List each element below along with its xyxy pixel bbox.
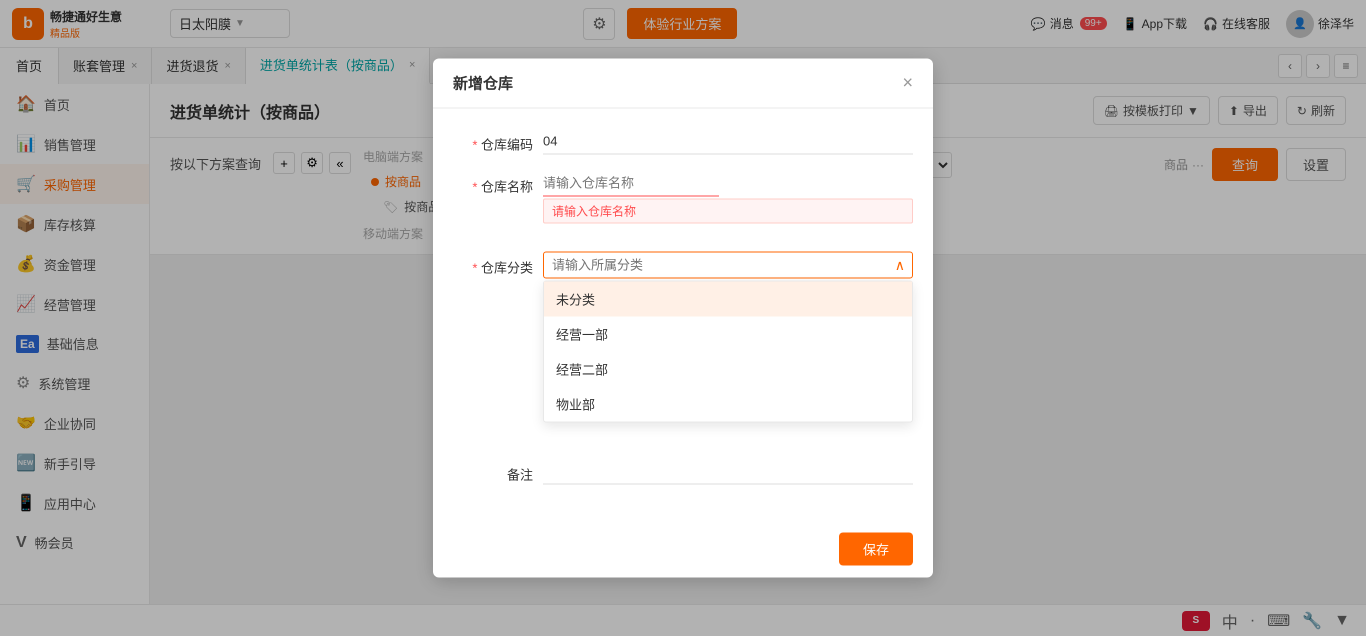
name-error-message: 请输入仓库名称 bbox=[543, 199, 913, 224]
save-button[interactable]: 保存 bbox=[839, 533, 913, 566]
dropdown-item-ops1[interactable]: 经营一部 bbox=[544, 317, 912, 352]
code-label: 仓库编码 bbox=[453, 129, 533, 154]
modal-footer: 保存 bbox=[433, 521, 933, 578]
modal-header: 新增仓库 × bbox=[433, 59, 933, 109]
category-dropdown: 未分类 经营一部 经营二部 物业部 bbox=[543, 281, 913, 423]
remark-label: 备注 bbox=[453, 459, 533, 484]
name-label: 仓库名称 bbox=[453, 171, 533, 196]
name-field-wrapper: 请输入仓库名称 bbox=[543, 171, 913, 224]
form-row-code: 仓库编码 bbox=[453, 129, 913, 155]
modal-body: 仓库编码 仓库名称 请输入仓库名称 仓库分类 ∧ 未分类 经营一部 经营二部 bbox=[433, 109, 933, 521]
modal-close-button[interactable]: × bbox=[902, 73, 913, 94]
name-input[interactable] bbox=[543, 171, 719, 197]
warehouse-modal: 新增仓库 × 仓库编码 仓库名称 请输入仓库名称 仓库分类 ∧ 未分类 bbox=[433, 59, 933, 578]
code-input[interactable] bbox=[543, 129, 913, 155]
dropdown-item-ops2[interactable]: 经营二部 bbox=[544, 352, 912, 387]
category-dropdown-arrow[interactable]: ∧ bbox=[895, 257, 905, 274]
form-row-category: 仓库分类 ∧ 未分类 经营一部 经营二部 物业部 bbox=[453, 252, 913, 279]
category-input[interactable] bbox=[543, 252, 913, 279]
dropdown-item-property[interactable]: 物业部 bbox=[544, 387, 912, 422]
category-label: 仓库分类 bbox=[453, 252, 533, 277]
remark-input[interactable] bbox=[543, 459, 913, 485]
form-row-name: 仓库名称 请输入仓库名称 bbox=[453, 171, 913, 224]
dropdown-item-unclassified[interactable]: 未分类 bbox=[544, 282, 912, 317]
modal-title: 新增仓库 bbox=[453, 73, 513, 94]
form-row-remark: 备注 bbox=[453, 459, 913, 485]
category-select-wrapper: ∧ 未分类 经营一部 经营二部 物业部 bbox=[543, 252, 913, 279]
